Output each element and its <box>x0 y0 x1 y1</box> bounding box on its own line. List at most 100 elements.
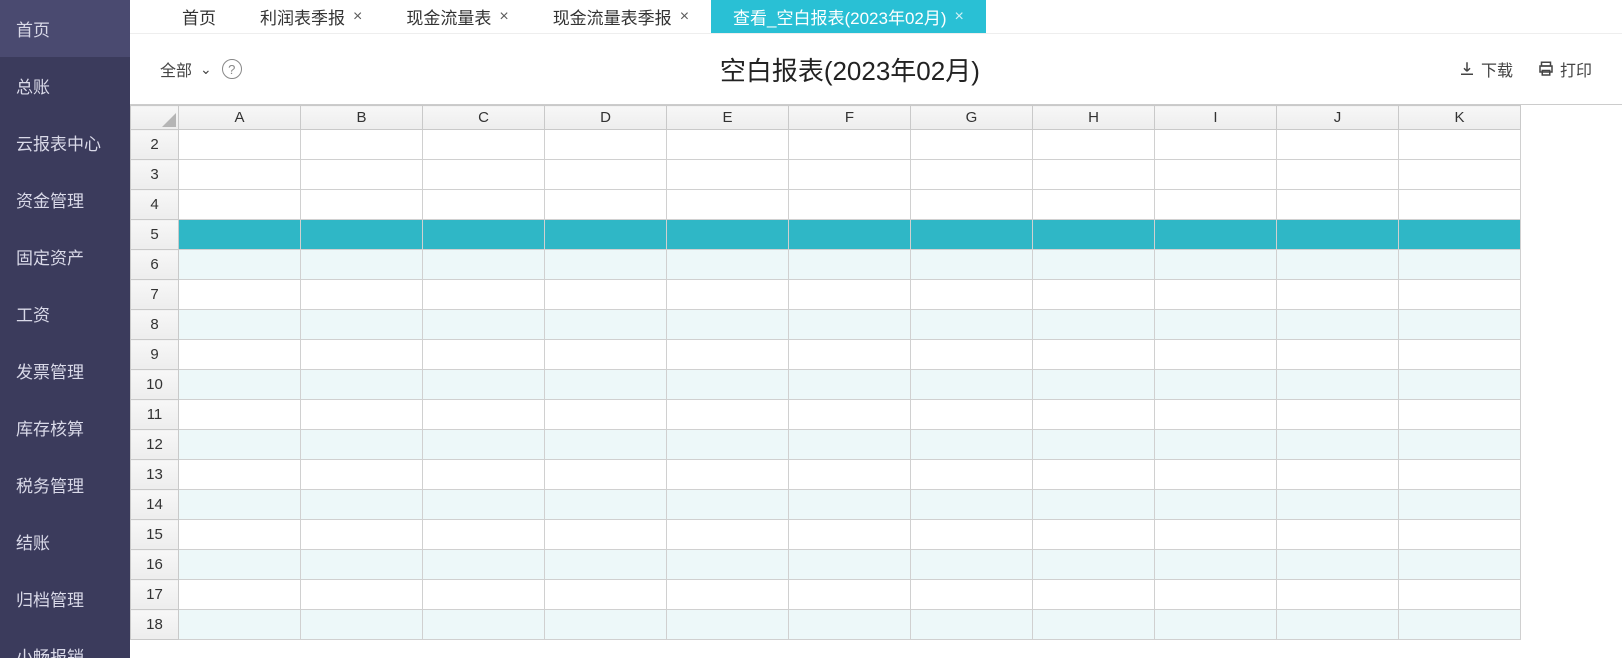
cell-A13[interactable] <box>179 460 301 490</box>
cell-F3[interactable] <box>789 160 911 190</box>
cell-I9[interactable] <box>1155 340 1277 370</box>
cell-G2[interactable] <box>911 130 1033 160</box>
filter-dropdown[interactable]: 全部 ⌄ <box>160 57 212 81</box>
cell-H4[interactable] <box>1033 190 1155 220</box>
sidebar-item-5[interactable]: 工资 <box>0 285 130 342</box>
cell-J2[interactable] <box>1277 130 1399 160</box>
row-header-4[interactable]: 4 <box>131 190 179 220</box>
cell-I7[interactable] <box>1155 280 1277 310</box>
cell-F9[interactable] <box>789 340 911 370</box>
cell-K2[interactable] <box>1399 130 1521 160</box>
cell-D15[interactable] <box>545 520 667 550</box>
cell-A14[interactable] <box>179 490 301 520</box>
cell-E17[interactable] <box>667 580 789 610</box>
cell-H15[interactable] <box>1033 520 1155 550</box>
cell-K12[interactable] <box>1399 430 1521 460</box>
cell-A3[interactable] <box>179 160 301 190</box>
cell-B15[interactable] <box>301 520 423 550</box>
cell-B13[interactable] <box>301 460 423 490</box>
cell-J17[interactable] <box>1277 580 1399 610</box>
cell-B6[interactable] <box>301 250 423 280</box>
cell-D13[interactable] <box>545 460 667 490</box>
cell-C8[interactable] <box>423 310 545 340</box>
cell-H16[interactable] <box>1033 550 1155 580</box>
cell-E10[interactable] <box>667 370 789 400</box>
cell-D14[interactable] <box>545 490 667 520</box>
cell-I4[interactable] <box>1155 190 1277 220</box>
cell-G18[interactable] <box>911 610 1033 640</box>
column-header-J[interactable]: J <box>1277 106 1399 130</box>
cell-H17[interactable] <box>1033 580 1155 610</box>
cell-D11[interactable] <box>545 400 667 430</box>
cell-H10[interactable] <box>1033 370 1155 400</box>
cell-J5[interactable] <box>1277 220 1399 250</box>
cell-B18[interactable] <box>301 610 423 640</box>
cell-F15[interactable] <box>789 520 911 550</box>
cell-E9[interactable] <box>667 340 789 370</box>
cell-A6[interactable] <box>179 250 301 280</box>
sidebar-item-9[interactable]: 结账 <box>0 513 130 570</box>
cell-K15[interactable] <box>1399 520 1521 550</box>
close-icon[interactable]: × <box>499 8 508 26</box>
cell-C3[interactable] <box>423 160 545 190</box>
cell-F4[interactable] <box>789 190 911 220</box>
cell-A12[interactable] <box>179 430 301 460</box>
cell-F17[interactable] <box>789 580 911 610</box>
cell-E8[interactable] <box>667 310 789 340</box>
cell-K3[interactable] <box>1399 160 1521 190</box>
cell-I3[interactable] <box>1155 160 1277 190</box>
cell-B12[interactable] <box>301 430 423 460</box>
cell-D18[interactable] <box>545 610 667 640</box>
cell-D17[interactable] <box>545 580 667 610</box>
cell-F18[interactable] <box>789 610 911 640</box>
cell-C10[interactable] <box>423 370 545 400</box>
sidebar-item-2[interactable]: 云报表中心 <box>0 114 130 171</box>
column-header-G[interactable]: G <box>911 106 1033 130</box>
column-header-F[interactable]: F <box>789 106 911 130</box>
sidebar-item-0[interactable]: 首页 <box>0 0 130 57</box>
cell-D2[interactable] <box>545 130 667 160</box>
cell-J12[interactable] <box>1277 430 1399 460</box>
cell-I5[interactable] <box>1155 220 1277 250</box>
cell-C11[interactable] <box>423 400 545 430</box>
cell-F7[interactable] <box>789 280 911 310</box>
spreadsheet-container[interactable]: ABCDEFGHIJK23456789101112131415161718 <box>130 104 1622 658</box>
cell-E13[interactable] <box>667 460 789 490</box>
column-header-A[interactable]: A <box>179 106 301 130</box>
cell-C9[interactable] <box>423 340 545 370</box>
cell-F5[interactable] <box>789 220 911 250</box>
cell-H9[interactable] <box>1033 340 1155 370</box>
cell-E11[interactable] <box>667 400 789 430</box>
sidebar-item-3[interactable]: 资金管理 <box>0 171 130 228</box>
cell-H13[interactable] <box>1033 460 1155 490</box>
cell-B14[interactable] <box>301 490 423 520</box>
row-header-17[interactable]: 17 <box>131 580 179 610</box>
cell-E3[interactable] <box>667 160 789 190</box>
cell-G13[interactable] <box>911 460 1033 490</box>
cell-F6[interactable] <box>789 250 911 280</box>
cell-G12[interactable] <box>911 430 1033 460</box>
cell-I17[interactable] <box>1155 580 1277 610</box>
row-header-5[interactable]: 5 <box>131 220 179 250</box>
cell-A4[interactable] <box>179 190 301 220</box>
cell-J3[interactable] <box>1277 160 1399 190</box>
cell-A7[interactable] <box>179 280 301 310</box>
cell-C4[interactable] <box>423 190 545 220</box>
cell-D8[interactable] <box>545 310 667 340</box>
cell-H14[interactable] <box>1033 490 1155 520</box>
cell-E5[interactable] <box>667 220 789 250</box>
cell-J11[interactable] <box>1277 400 1399 430</box>
cell-E4[interactable] <box>667 190 789 220</box>
cell-K4[interactable] <box>1399 190 1521 220</box>
cell-B2[interactable] <box>301 130 423 160</box>
cell-A18[interactable] <box>179 610 301 640</box>
cell-A15[interactable] <box>179 520 301 550</box>
cell-G10[interactable] <box>911 370 1033 400</box>
row-header-10[interactable]: 10 <box>131 370 179 400</box>
cell-C2[interactable] <box>423 130 545 160</box>
cell-A9[interactable] <box>179 340 301 370</box>
cell-J4[interactable] <box>1277 190 1399 220</box>
cell-I6[interactable] <box>1155 250 1277 280</box>
cell-B10[interactable] <box>301 370 423 400</box>
cell-J18[interactable] <box>1277 610 1399 640</box>
